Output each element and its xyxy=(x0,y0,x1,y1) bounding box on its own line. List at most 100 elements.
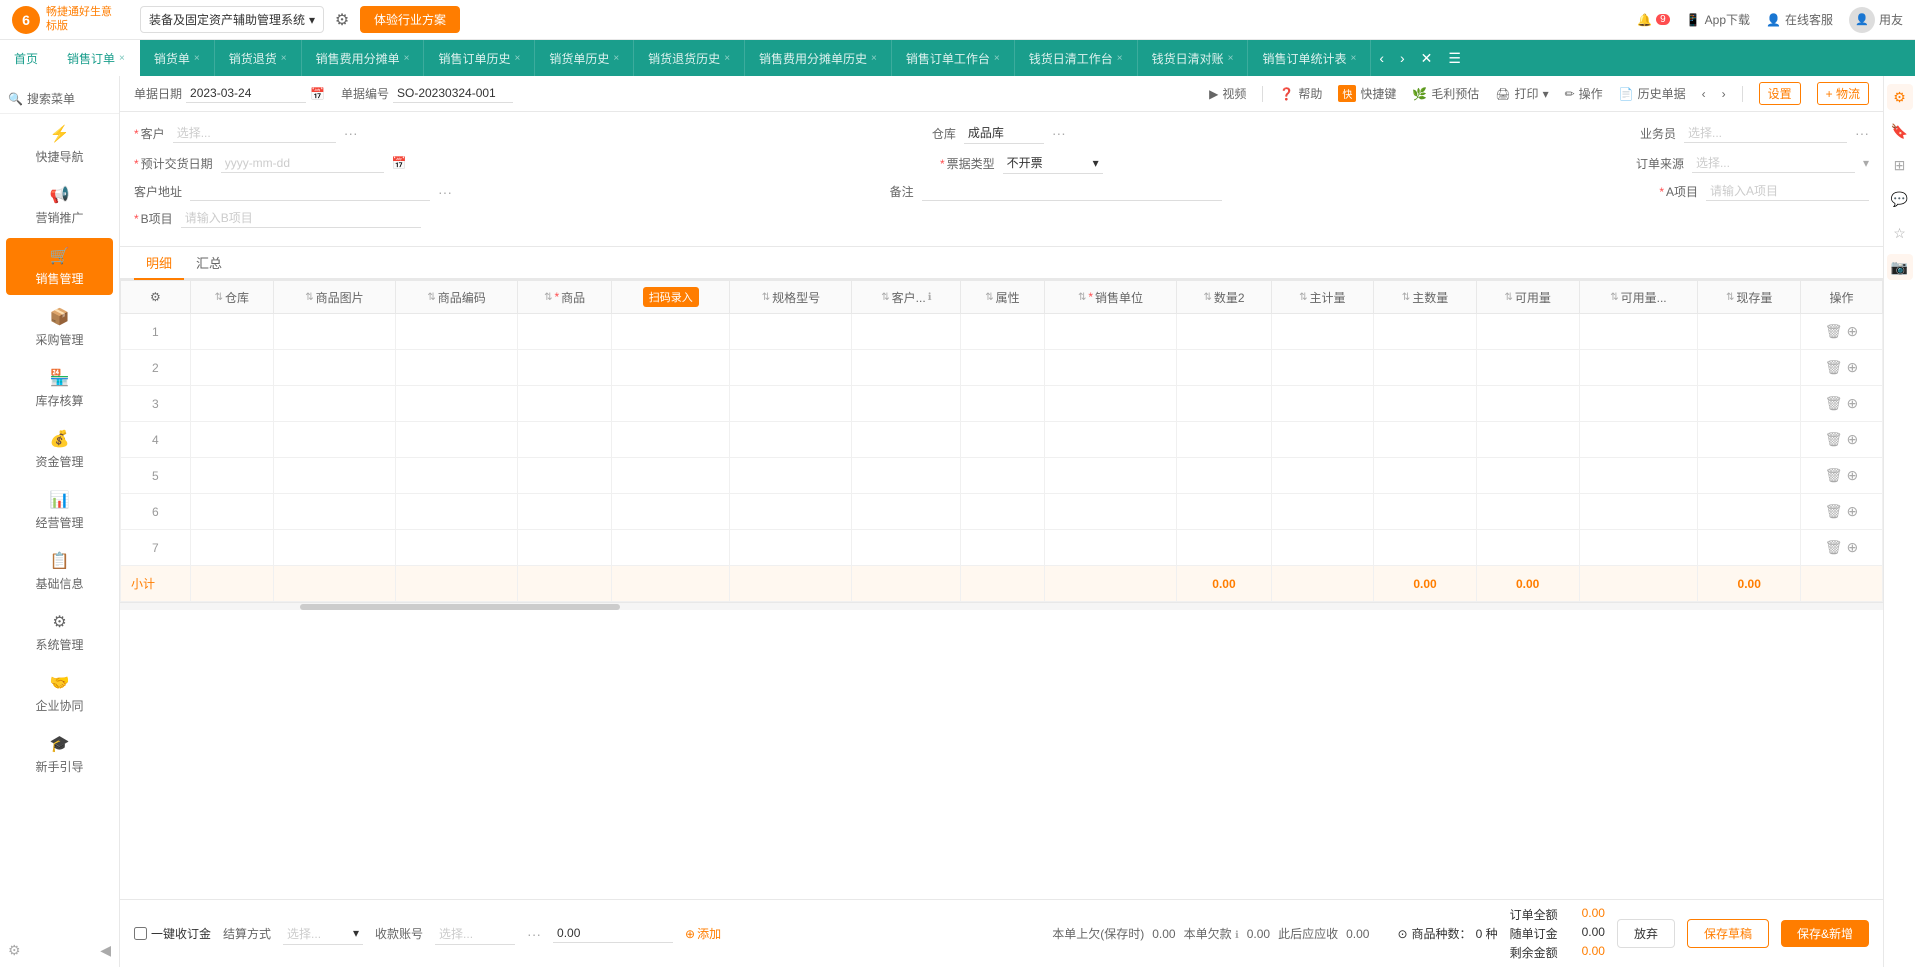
user-item[interactable]: 👤 用友 xyxy=(1849,7,1903,33)
horizontal-scrollbar[interactable] xyxy=(120,602,1883,610)
close-icon[interactable]: × xyxy=(119,53,125,64)
tab-prev-icon[interactable]: ‹ xyxy=(1371,40,1392,76)
close-icon[interactable]: × xyxy=(404,53,410,64)
close-icon[interactable]: × xyxy=(514,53,520,64)
close-icon[interactable]: × xyxy=(871,53,877,64)
sidebar-item-finance[interactable]: 💰 资金管理 xyxy=(6,421,113,478)
solution-button[interactable]: 体验行业方案 xyxy=(360,6,460,33)
address-dots[interactable]: ··· xyxy=(438,184,452,200)
sidebar-item-system[interactable]: ⚙ 系统管理 xyxy=(6,604,113,661)
sidebar-item-marketing[interactable]: 📢 营销推广 xyxy=(6,177,113,234)
online-support-item[interactable]: 👤 在线客服 xyxy=(1766,11,1833,28)
order-source-input[interactable] xyxy=(1692,154,1855,173)
payment-account-select[interactable]: 选择... xyxy=(435,923,515,945)
save-draft-button[interactable]: 保存草稿 xyxy=(1687,919,1769,948)
right-grid-icon[interactable]: ⊞ xyxy=(1887,152,1913,178)
tab-order-workbench[interactable]: 销售订单工作台× xyxy=(892,40,1015,76)
delete-icon[interactable]: 🗑 xyxy=(1825,359,1843,376)
tab-home[interactable]: 首页 xyxy=(0,40,53,76)
expected-date-calendar-icon[interactable]: 📅 xyxy=(392,156,407,170)
expected-date-input[interactable] xyxy=(221,154,384,173)
tab-detail[interactable]: 明细 xyxy=(134,247,184,280)
delete-icon[interactable]: 🗑 xyxy=(1825,323,1843,340)
tab-sales-order-history[interactable]: 销售订单历史× xyxy=(424,40,535,76)
tab-close-all-icon[interactable]: ✕ xyxy=(1413,40,1441,76)
address-input[interactable] xyxy=(190,182,430,201)
notification-item[interactable]: 🔔 9 🔔 xyxy=(1637,13,1670,27)
salesperson-dots[interactable]: ··· xyxy=(1855,125,1869,141)
sidebar-item-purchase[interactable]: 📦 采购管理 xyxy=(6,299,113,356)
calendar-icon[interactable]: 📅 xyxy=(310,87,325,101)
delete-icon[interactable]: 🗑 xyxy=(1825,395,1843,412)
customer-input[interactable] xyxy=(173,124,336,143)
sidebar-item-guide[interactable]: 🎓 新手引导 xyxy=(6,726,113,783)
save-new-button[interactable]: 保存&新增 xyxy=(1781,920,1869,947)
right-star-icon[interactable]: ☆ xyxy=(1887,220,1913,246)
add-button[interactable]: ⊕ 添加 xyxy=(685,925,721,942)
sidebar-search[interactable]: 🔍 搜索菜单 xyxy=(0,84,119,114)
tab-return-history[interactable]: 销货退货历史× xyxy=(634,40,745,76)
copy-icon[interactable]: ⊕ xyxy=(1847,503,1859,520)
delete-icon[interactable]: 🗑 xyxy=(1825,503,1843,520)
tab-sales-expense-split[interactable]: 销售费用分摊单× xyxy=(302,40,425,76)
profit-item[interactable]: 🌿 毛利预估 xyxy=(1412,85,1479,102)
tab-sales-stats[interactable]: 销售订单统计表× xyxy=(1248,40,1371,76)
close-icon[interactable]: × xyxy=(194,53,200,64)
view-video-item[interactable]: ▶ 视频 xyxy=(1209,85,1246,102)
warehouse-dots[interactable]: ··· xyxy=(1052,125,1066,141)
notes-input[interactable] xyxy=(922,182,1222,201)
discard-button[interactable]: 放弃 xyxy=(1617,919,1675,948)
tab-sales-invoice[interactable]: 销货单× xyxy=(140,40,215,76)
sidebar-collapse-icon[interactable]: ◀ xyxy=(100,942,111,959)
right-chat-icon[interactable]: 💬 xyxy=(1887,186,1913,212)
right-bookmark-icon[interactable]: 🔖 xyxy=(1887,118,1913,144)
scrollbar-thumb[interactable] xyxy=(300,604,620,610)
copy-icon[interactable]: ⊕ xyxy=(1847,323,1859,340)
copy-icon[interactable]: ⊕ xyxy=(1847,431,1859,448)
close-icon[interactable]: × xyxy=(1228,53,1234,64)
salesperson-input[interactable] xyxy=(1684,124,1847,143)
tab-sales-return[interactable]: 销货退货× xyxy=(215,40,302,76)
add-material-button[interactable]: + 物流 xyxy=(1817,82,1869,105)
sidebar-item-basic-info[interactable]: 📋 基础信息 xyxy=(6,543,113,600)
right-settings-icon[interactable]: ⚙ xyxy=(1887,84,1913,110)
sidebar-item-quick-nav[interactable]: ⚡ 快捷导航 xyxy=(6,116,113,173)
invoice-type-select[interactable]: 不开票 ▾ xyxy=(1003,152,1103,174)
right-scan-icon[interactable]: 📷 xyxy=(1887,254,1913,280)
tab-daily-reconcile[interactable]: 钱货日清对账× xyxy=(1138,40,1249,76)
delete-icon[interactable]: 🗑 xyxy=(1825,539,1843,556)
delete-icon[interactable]: 🗑 xyxy=(1825,467,1843,484)
close-icon[interactable]: × xyxy=(1350,53,1356,64)
payment-method-select[interactable]: 选择... ▾ xyxy=(283,923,363,945)
tab-invoice-history[interactable]: 销货单历史× xyxy=(535,40,634,76)
settings-button[interactable]: 设置 xyxy=(1759,82,1801,105)
tab-next-icon[interactable]: › xyxy=(1392,40,1413,76)
nav-next-icon[interactable]: › xyxy=(1722,87,1726,101)
history-item[interactable]: 📄 历史单据 xyxy=(1619,85,1686,102)
app-download-item[interactable]: 📱 App下载 xyxy=(1686,11,1750,28)
order-source-dropdown[interactable]: ▾ xyxy=(1863,156,1869,170)
close-icon[interactable]: × xyxy=(724,53,730,64)
close-icon[interactable]: × xyxy=(1117,53,1123,64)
copy-icon[interactable]: ⊕ xyxy=(1847,395,1859,412)
print-item[interactable]: 🖨 打印 ▾ xyxy=(1495,85,1548,102)
nav-prev-icon[interactable]: ‹ xyxy=(1702,87,1706,101)
sidebar-item-sales[interactable]: 🛒 销售管理 xyxy=(6,238,113,295)
tab-sales-order[interactable]: 销售订单× xyxy=(53,40,140,76)
b-project-input[interactable] xyxy=(181,209,421,228)
account-dots[interactable]: ··· xyxy=(527,926,541,942)
close-icon[interactable]: × xyxy=(613,53,619,64)
scan-button[interactable]: 扫码录入 xyxy=(643,287,699,307)
system-selector[interactable]: 装备及固定资产辅助管理系统 ▾ xyxy=(140,6,324,33)
col-settings[interactable]: ⚙ xyxy=(121,281,191,314)
shortcut-item[interactable]: 快 快捷键 xyxy=(1338,85,1396,102)
copy-icon[interactable]: ⊕ xyxy=(1847,539,1859,556)
one-key-checkbox[interactable] xyxy=(134,927,147,940)
delete-icon[interactable]: 🗑 xyxy=(1825,431,1843,448)
tab-expense-history[interactable]: 销售费用分摊单历史× xyxy=(745,40,892,76)
copy-icon[interactable]: ⊕ xyxy=(1847,359,1859,376)
sidebar-item-operations[interactable]: 📊 经营管理 xyxy=(6,482,113,539)
operation-item[interactable]: ✏ 操作 xyxy=(1565,85,1603,102)
close-icon[interactable]: × xyxy=(281,53,287,64)
sidebar-settings-icon[interactable]: ⚙ xyxy=(8,942,21,959)
